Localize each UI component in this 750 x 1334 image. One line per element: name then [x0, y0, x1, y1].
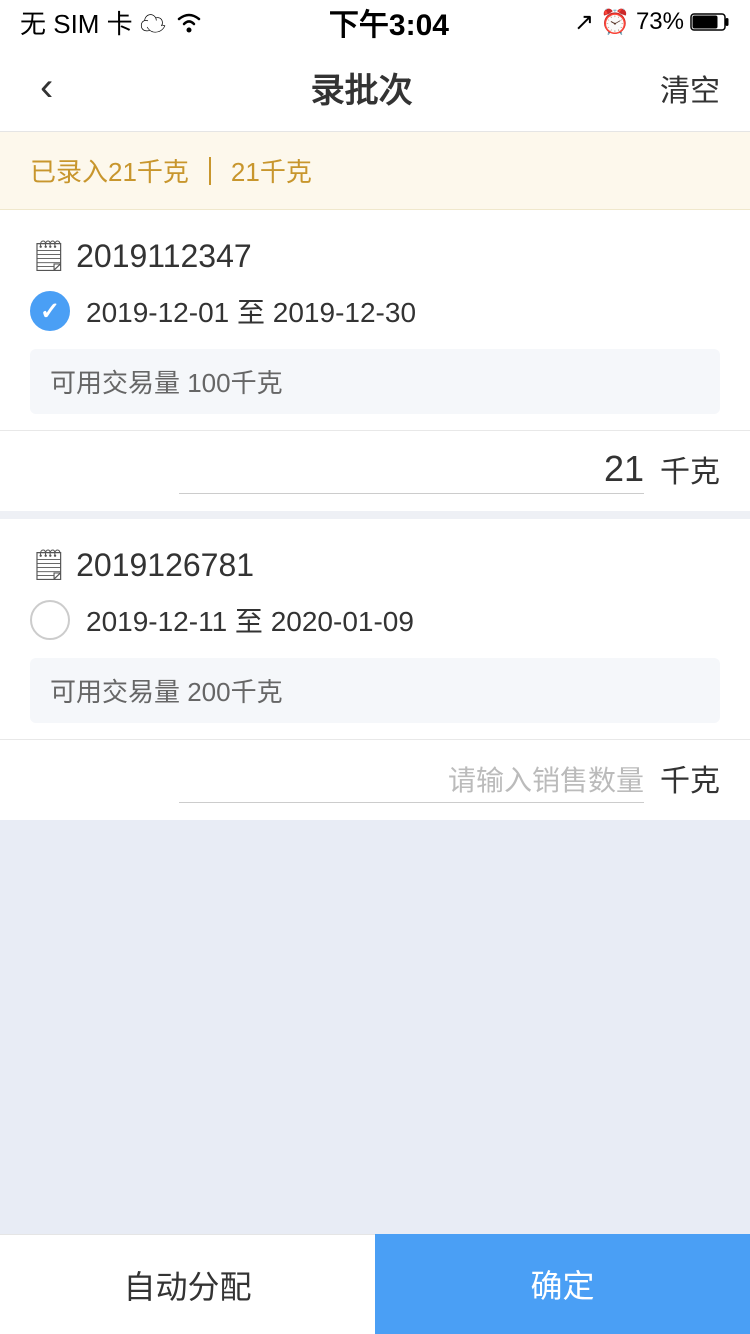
bottom-buttons: 自动分配 确定	[0, 1234, 750, 1334]
summary-label: 已录入21千克	[30, 152, 189, 189]
nav-bar: ‹ 录批次 清空	[0, 44, 750, 132]
confirm-button[interactable]: 确定	[375, 1234, 750, 1334]
batch2-radio[interactable]	[30, 600, 70, 640]
summary-divider	[209, 157, 211, 185]
doc-icon-2: 🗒	[30, 548, 68, 583]
batch1-qty-input[interactable]	[179, 448, 644, 490]
batch-item-1: 🗒 2019112347 2019-12-01 至 2019-12-30 可用交…	[0, 210, 750, 511]
batch1-avail: 可用交易量 100千克	[30, 349, 720, 414]
batch1-qty-underline	[179, 448, 644, 490]
batch1-radio[interactable]	[30, 291, 70, 331]
batch2-qty-input[interactable]	[179, 757, 644, 799]
doc-icon-1: 🗒	[30, 239, 68, 274]
auto-distribute-button[interactable]: 自动分配	[0, 1234, 375, 1334]
wifi-icon	[174, 11, 204, 33]
no-sim-text: 无 SIM 卡 ☁	[20, 4, 166, 41]
batch-item-2: 🗒 2019126781 2019-12-11 至 2020-01-09 可用交…	[0, 519, 750, 820]
batch1-number: 2019112347	[76, 238, 252, 275]
batch2-avail: 可用交易量 200千克	[30, 658, 720, 723]
batch2-qty-unit: 千克	[660, 756, 720, 800]
batch2-qty-row: 千克	[0, 739, 750, 820]
batch2-qty-underline	[179, 757, 644, 799]
summary-bar: 已录入21千克 21千克	[0, 132, 750, 210]
back-button[interactable]: ‹	[30, 55, 63, 120]
batch2-avail-text: 可用交易量 200千克	[50, 677, 283, 707]
status-bar: 无 SIM 卡 ☁ 下午3:04 ↗ ⏰ 73%	[0, 0, 750, 44]
battery-text: 73%	[636, 8, 684, 36]
batch2-date: 2019-12-11 至 2020-01-09	[86, 600, 414, 640]
batch1-date-row[interactable]: 2019-12-01 至 2019-12-30	[0, 285, 750, 341]
summary-value: 21千克	[231, 152, 312, 189]
batch1-header: 🗒 2019112347	[0, 210, 750, 285]
status-left: 无 SIM 卡 ☁	[20, 4, 204, 41]
location-icon: ↗	[574, 8, 594, 37]
batch2-date-row[interactable]: 2019-12-11 至 2020-01-09	[0, 594, 750, 650]
gray-area	[0, 820, 750, 1300]
clear-button[interactable]: 清空	[660, 66, 720, 110]
batch2-header: 🗒 2019126781	[0, 519, 750, 594]
batch1-qty-unit: 千克	[660, 447, 720, 491]
page-title: 录批次	[311, 63, 413, 112]
status-right: ↗ ⏰ 73%	[574, 8, 730, 37]
battery-icon	[690, 12, 730, 32]
batch1-avail-text: 可用交易量 100千克	[50, 368, 283, 398]
batch1-date: 2019-12-01 至 2019-12-30	[86, 291, 416, 331]
status-time: 下午3:04	[329, 0, 449, 44]
batch2-number: 2019126781	[76, 547, 254, 584]
alarm-icon: ⏰	[600, 8, 630, 37]
batch1-qty-row: 千克	[0, 430, 750, 511]
batch-separator	[0, 511, 750, 519]
